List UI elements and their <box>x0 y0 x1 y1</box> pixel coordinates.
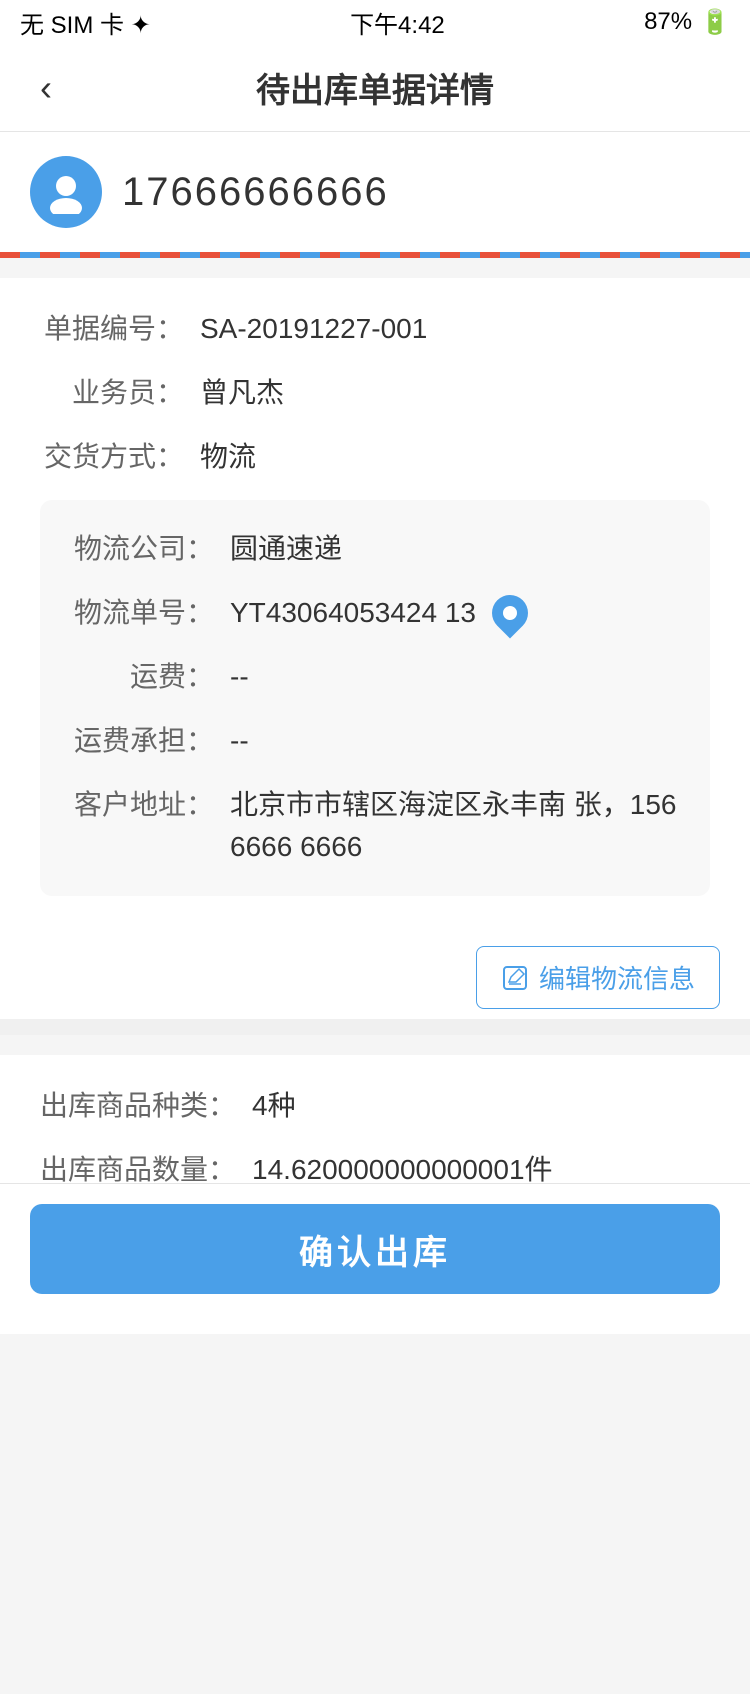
status-left: 无 SIM 卡 ✦ <box>20 5 151 40</box>
nav-bar: ‹ 待出库单据详情 <box>0 44 750 132</box>
battery-icon: 🔋 <box>700 8 730 37</box>
status-right: 87% 🔋 <box>644 8 730 37</box>
status-time: 下午4:42 <box>350 5 445 40</box>
edit-icon <box>501 964 529 992</box>
delivery-method-label: 交货方式： <box>40 436 200 478</box>
address-row: 客户地址： 北京市市辖区海淀区永丰南 张，156 6666 6666 <box>70 784 680 868</box>
goods-types-value: 4种 <box>252 1085 710 1127</box>
document-no-row: 单据编号： SA-20191227-001 <box>40 308 710 350</box>
goods-types-row: 出库商品种类： 4种 <box>40 1085 710 1127</box>
dashed-divider <box>0 252 750 258</box>
bottom-spacer <box>0 1314 750 1514</box>
customer-phone: 17666666666 <box>122 170 389 215</box>
location-icon-inner <box>503 606 517 620</box>
confirm-button[interactable]: 确认出库 <box>30 1204 720 1294</box>
edit-logistics-button[interactable]: 编辑物流信息 <box>476 946 720 1009</box>
goods-types-label: 出库商品种类： <box>40 1085 252 1127</box>
freight-label: 运费： <box>70 656 230 698</box>
logistics-company-value: 圆通速递 <box>230 528 680 570</box>
battery-text: 87% <box>644 8 692 36</box>
page-title: 待出库单据详情 <box>256 63 494 112</box>
document-no-value: SA-20191227-001 <box>200 308 710 350</box>
status-bar: 无 SIM 卡 ✦ 下午4:42 87% 🔋 <box>0 0 750 44</box>
tracking-no-value: YT43064053424 13 <box>230 592 680 634</box>
delivery-method-value: 物流 <box>200 436 710 478</box>
freight-row: 运费： -- <box>70 656 680 698</box>
freight-bear-value: -- <box>230 720 680 762</box>
tracking-no-row: 物流单号： YT43064053424 13 <box>70 592 680 634</box>
logistics-card: 物流公司： 圆通速递 物流单号： YT43064053424 13 运费： --… <box>40 500 710 896</box>
separator <box>0 1019 750 1035</box>
edit-btn-row: 编辑物流信息 <box>0 926 750 1019</box>
delivery-method-row: 交货方式： 物流 <box>40 436 710 478</box>
salesperson-label: 业务员： <box>40 372 200 414</box>
tracking-no-label: 物流单号： <box>70 592 230 634</box>
customer-header: 17666666666 <box>0 132 750 252</box>
logistics-company-row: 物流公司： 圆通速递 <box>70 528 680 570</box>
location-icon[interactable] <box>485 588 536 639</box>
carrier-text: 无 SIM 卡 ✦ <box>20 5 151 40</box>
avatar <box>30 156 102 228</box>
user-avatar-icon <box>44 170 88 214</box>
back-button[interactable]: ‹ <box>30 57 62 119</box>
freight-bear-label: 运费承担： <box>70 720 230 762</box>
freight-value: -- <box>230 656 680 698</box>
basic-info-section: 单据编号： SA-20191227-001 业务员： 曾凡杰 交货方式： 物流 … <box>0 278 750 926</box>
salesperson-row: 业务员： 曾凡杰 <box>40 372 710 414</box>
address-label: 客户地址： <box>70 784 230 826</box>
logistics-company-label: 物流公司： <box>70 528 230 570</box>
salesperson-value: 曾凡杰 <box>200 372 710 414</box>
freight-bear-row: 运费承担： -- <box>70 720 680 762</box>
document-no-label: 单据编号： <box>40 308 200 350</box>
address-value: 北京市市辖区海淀区永丰南 张，156 6666 6666 <box>230 784 680 868</box>
confirm-btn-wrap: 确认出库 <box>0 1183 750 1334</box>
